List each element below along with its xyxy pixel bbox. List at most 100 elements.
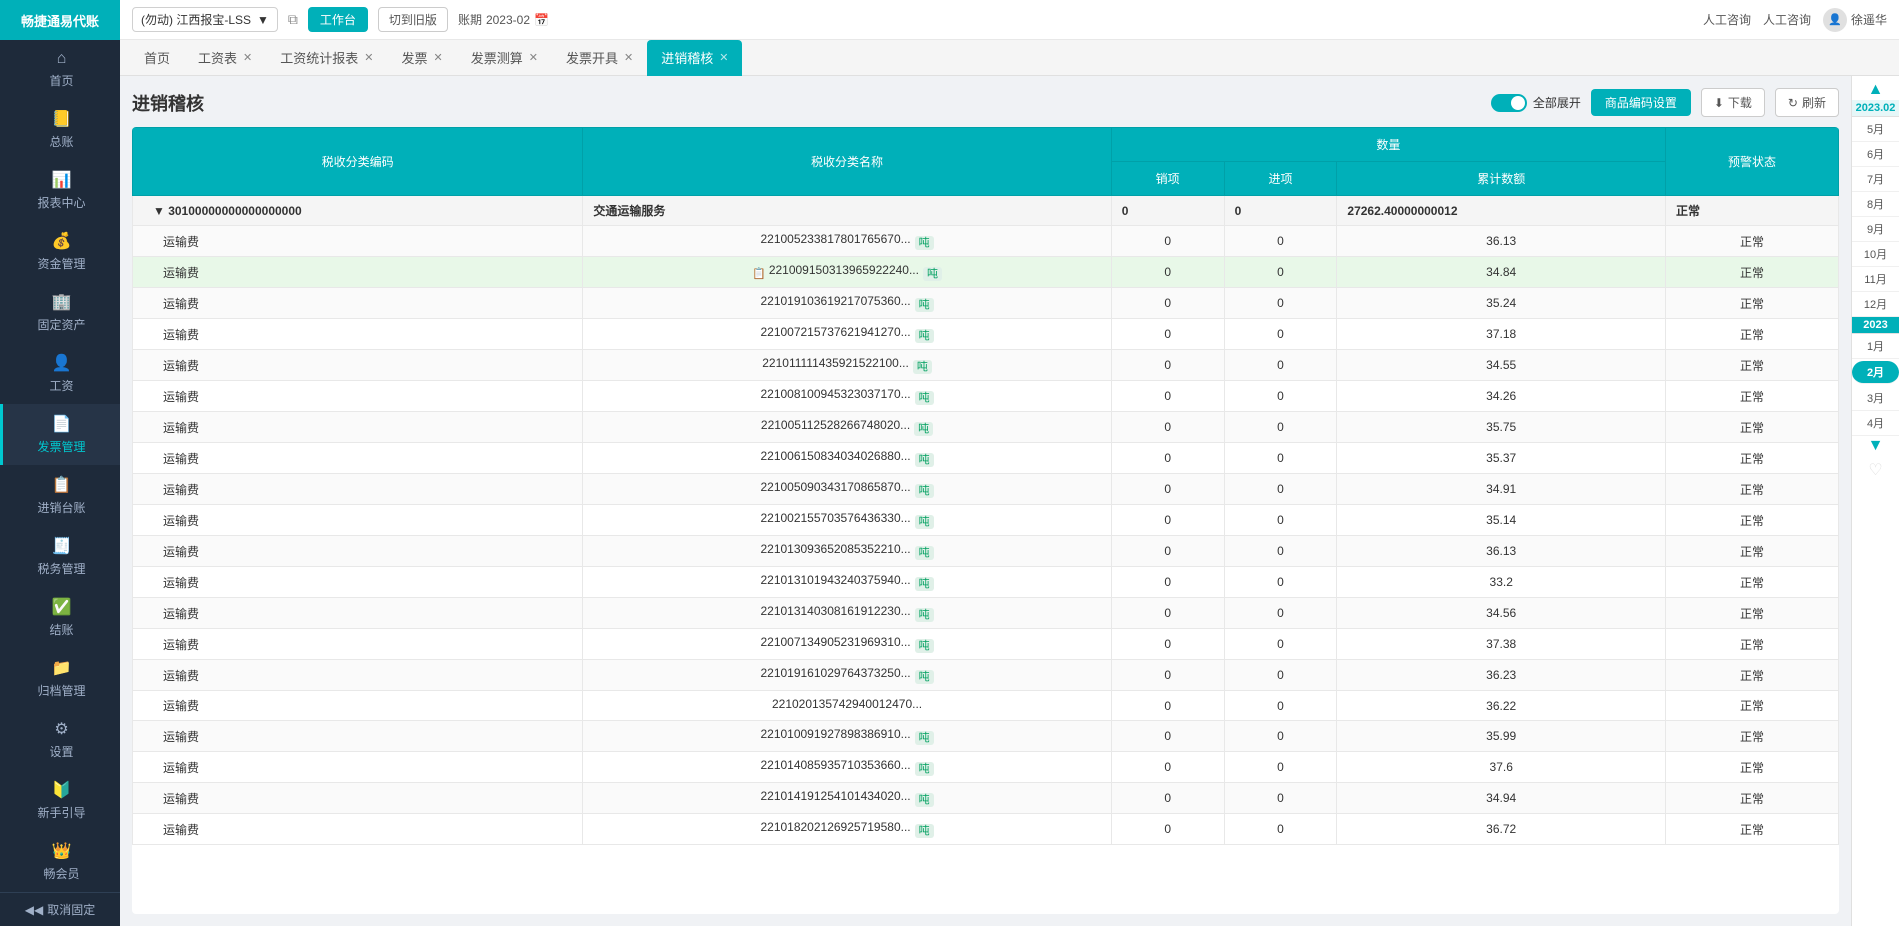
tab-close-icon[interactable]: ✕ (434, 51, 443, 64)
detail-code: 221019161029764373250...吨 (583, 660, 1111, 691)
sidebar-item-label: 报表中心 (37, 194, 85, 211)
support-text[interactable]: 人工咨询 (1763, 11, 1811, 28)
sidebar-item-label: 工资 (49, 377, 73, 394)
sidebar-item-assets[interactable]: 🏢 固定资产 (0, 282, 120, 343)
calendar-icon[interactable]: 📅 (534, 13, 549, 27)
month-mar[interactable]: 3月 (1852, 386, 1899, 411)
detail-name: 运输费 (133, 691, 583, 721)
unit-tag: 吨 (915, 515, 934, 529)
detail-sales: 0 (1111, 536, 1224, 567)
month-sep[interactable]: 9月 (1852, 217, 1899, 242)
sidebar-item-reports[interactable]: 📊 报表中心 (0, 160, 120, 221)
toggle-track[interactable] (1491, 94, 1527, 112)
detail-code: 📋221009150313965922240...吨 (583, 257, 1111, 288)
month-jan[interactable]: 1月 (1852, 334, 1899, 359)
table-row[interactable]: 运输费 221014191254101434020...吨 0 0 34.94 … (133, 783, 1839, 814)
table-row[interactable]: 运输费 📋221009150313965922240...吨 0 0 34.84… (133, 257, 1839, 288)
tab-close-icon[interactable]: ✕ (364, 51, 373, 64)
sidebar: 畅捷通易代账 ⌂ 首页 📒 总账 📊 报表中心 💰 资金管理 🏢 固定资产 👤 … (0, 0, 120, 926)
copy-icon[interactable]: ⧉ (288, 11, 298, 28)
tab-invoice[interactable]: 发票 ✕ (387, 40, 456, 76)
table-row[interactable]: 运输费 221019103619217075360...吨 0 0 35.24 … (133, 288, 1839, 319)
table-row[interactable]: 运输费 221014085935710353660...吨 0 0 37.6 正… (133, 752, 1839, 783)
detail-code: 221005233817801765670...吨 (583, 226, 1111, 257)
month-jun[interactable]: 6月 (1852, 142, 1899, 167)
table-row[interactable]: 运输费 221002155703576436330...吨 0 0 35.14 … (133, 505, 1839, 536)
detail-status: 正常 (1666, 474, 1839, 505)
table-row[interactable]: 运输费 221011111435921522100...吨 0 0 34.55 … (133, 350, 1839, 381)
sidebar-item-ledger[interactable]: 📒 总账 (0, 99, 120, 160)
unpin-button[interactable]: ◀◀ 取消固定 (0, 892, 120, 926)
table-row[interactable]: 运输费 221013140308161912230...吨 0 0 34.56 … (133, 598, 1839, 629)
sidebar-item-payroll[interactable]: 👤 工资 (0, 343, 120, 404)
month-nov[interactable]: 11月 (1852, 267, 1899, 292)
table-row[interactable]: 运输费 221007134905231969310...吨 0 0 37.38 … (133, 629, 1839, 660)
calendar-up-arrow[interactable]: ▲ (1866, 80, 1886, 100)
detail-name: 运输费 (133, 257, 583, 288)
company-selector[interactable]: (勿动) 江西报宝-LSS ▼ (132, 7, 278, 32)
expand-toggle[interactable]: 全部展开 (1491, 94, 1581, 112)
detail-code: 221013093652085352210...吨 (583, 536, 1111, 567)
switch-version-button[interactable]: 切到旧版 (378, 7, 448, 32)
month-jul[interactable]: 7月 (1852, 167, 1899, 192)
month-dec[interactable]: 12月 (1852, 292, 1899, 317)
refresh-label: 刷新 (1802, 94, 1826, 111)
tab-home[interactable]: 首页 (130, 40, 184, 76)
unit-tag: 吨 (915, 731, 934, 745)
table-row[interactable]: 运输费 221020135742940012470... 0 0 36.22 正… (133, 691, 1839, 721)
user-info[interactable]: 👤 徐遥华 (1823, 8, 1887, 32)
tab-close-icon[interactable]: ✕ (719, 51, 728, 64)
tab-invoice-calc[interactable]: 发票测算 ✕ (457, 40, 552, 76)
month-may[interactable]: 5月 (1852, 117, 1899, 142)
detail-purchase: 0 (1224, 412, 1337, 443)
tab-close-icon[interactable]: ✕ (529, 51, 538, 64)
sidebar-item-home[interactable]: ⌂ 首页 (0, 40, 120, 99)
unpin-icon: ◀◀ (25, 903, 43, 917)
detail-code: 221010091927898386910...吨 (583, 721, 1111, 752)
table-row[interactable]: 运输费 221005233817801765670...吨 0 0 36.13 … (133, 226, 1839, 257)
table-row[interactable]: 运输费 221013093652085352210...吨 0 0 36.13 … (133, 536, 1839, 567)
month-apr[interactable]: 4月 (1852, 411, 1899, 436)
detail-cumulative: 36.22 (1337, 691, 1666, 721)
tab-reconcile[interactable]: 进销稽核 ✕ (647, 40, 742, 76)
sidebar-item-member[interactable]: 👑 畅会员 (0, 831, 120, 892)
table-row[interactable]: 运输费 221018202126925719580...吨 0 0 36.72 … (133, 814, 1839, 845)
tab-close-icon[interactable]: ✕ (243, 51, 252, 64)
table-row[interactable]: ▼ 30100000000000000000 交通运输服务 0 0 27262.… (133, 196, 1839, 226)
unit-tag: 吨 (915, 329, 934, 343)
download-icon: ⬇ (1714, 96, 1724, 110)
tab-payroll-table[interactable]: 工资表 ✕ (184, 40, 266, 76)
month-feb-active[interactable]: 2月 (1852, 361, 1899, 384)
table-row[interactable]: 运输费 221005090343170865870...吨 0 0 34.91 … (133, 474, 1839, 505)
sidebar-item-tax[interactable]: 🧾 税务管理 (0, 526, 120, 587)
table-row[interactable]: 运输费 221019161029764373250...吨 0 0 36.23 … (133, 660, 1839, 691)
sidebar-item-invoice[interactable]: 📄 发票管理 (0, 404, 120, 465)
table-row[interactable]: 运输费 221013101943240375940...吨 0 0 33.2 正… (133, 567, 1839, 598)
detail-cumulative: 36.13 (1337, 536, 1666, 567)
table-row[interactable]: 运输费 221008100945323037170...吨 0 0 34.26 … (133, 381, 1839, 412)
tab-close-icon[interactable]: ✕ (624, 51, 633, 64)
table-row[interactable]: 运输费 221007215737621941270...吨 0 0 37.18 … (133, 319, 1839, 350)
download-button[interactable]: ⬇ 下载 (1701, 88, 1765, 117)
calendar-down-arrow[interactable]: ▼ (1866, 436, 1886, 456)
detail-purchase: 0 (1224, 226, 1337, 257)
topbar: (勿动) 江西报宝-LSS ▼ ⧉ 工作台 切到旧版 账期 2023-02 📅 … (120, 0, 1899, 40)
refresh-button[interactable]: ↻ 刷新 (1775, 88, 1839, 117)
table-row[interactable]: 运输费 221005112528266748020...吨 0 0 35.75 … (133, 412, 1839, 443)
sidebar-item-settings[interactable]: ⚙ 设置 (0, 709, 120, 770)
month-aug[interactable]: 8月 (1852, 192, 1899, 217)
sidebar-item-funds[interactable]: 💰 资金管理 (0, 221, 120, 282)
support-link[interactable]: 人工咨询 (1703, 11, 1751, 28)
sidebar-item-sales[interactable]: 📋 进销台账 (0, 465, 120, 526)
settings-button[interactable]: 商品编码设置 (1591, 89, 1691, 116)
table-row[interactable]: 运输费 221006150834034026880...吨 0 0 35.37 … (133, 443, 1839, 474)
table-row[interactable]: 运输费 221010091927898386910...吨 0 0 35.99 … (133, 721, 1839, 752)
sidebar-item-guide[interactable]: 🔰 新手引导 (0, 770, 120, 831)
sidebar-item-settle[interactable]: ✅ 结账 (0, 587, 120, 648)
month-oct[interactable]: 10月 (1852, 242, 1899, 267)
detail-sales: 0 (1111, 443, 1224, 474)
workspace-button[interactable]: 工作台 (308, 7, 368, 32)
tab-payroll-report[interactable]: 工资统计报表 ✕ (266, 40, 387, 76)
tab-invoice-open[interactable]: 发票开具 ✕ (552, 40, 647, 76)
sidebar-item-archive[interactable]: 📁 归档管理 (0, 648, 120, 709)
